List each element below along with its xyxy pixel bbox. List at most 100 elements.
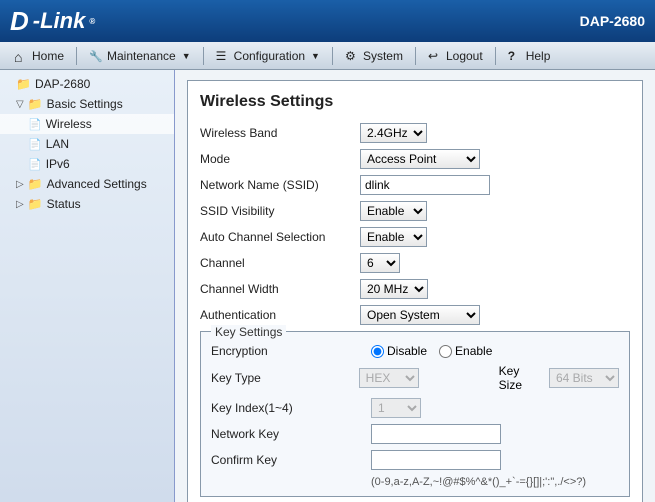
key-type-row: Key Type HEX ASCII Key Size 64 Bits 128 … (211, 364, 619, 392)
ssid-input[interactable] (360, 175, 490, 195)
encryption-enable-label[interactable]: Enable (439, 344, 492, 358)
encryption-disable-label[interactable]: Disable (371, 344, 427, 358)
nav-sep-2 (203, 47, 204, 65)
mode-row: Mode Access Point WDS WDS with AP (200, 149, 630, 169)
wireless-band-select[interactable]: 2.4GHz 5GHz (360, 123, 427, 143)
channel-width-label: Channel Width (200, 282, 360, 296)
help-icon (508, 49, 522, 63)
nav-configuration[interactable]: Configuration ▼ (206, 46, 330, 66)
network-key-row: Network Key (211, 424, 619, 444)
auto-channel-row: Auto Channel Selection Enable Disable (200, 227, 630, 247)
channel-row: Channel 12345 67891011 (200, 253, 630, 273)
sidebar-lan-label: LAN (46, 137, 69, 151)
logout-icon (428, 49, 442, 63)
nav-sep-4 (415, 47, 416, 65)
page-title: Wireless Settings (200, 93, 630, 111)
confirm-key-input[interactable] (371, 450, 501, 470)
sidebar-item-ipv6[interactable]: 📄 IPv6 (0, 154, 174, 174)
logo: D-Link® (10, 6, 95, 37)
key-type-control: HEX ASCII (359, 368, 419, 388)
encryption-row: Encryption Disable Enable (211, 344, 619, 358)
sidebar-item-dap2680[interactable]: 📁 DAP-2680 (0, 74, 174, 94)
key-size-select[interactable]: 64 Bits 128 Bits (549, 368, 619, 388)
sidebar: 📁 DAP-2680 ▽ 📁 Basic Settings 📄 Wireless… (0, 70, 175, 502)
nav-home[interactable]: Home (4, 46, 74, 66)
ipv6-doc-icon: 📄 (28, 158, 42, 171)
key-settings-box: Key Settings Encryption Disable Enable (200, 331, 630, 497)
main-layout: 📁 DAP-2680 ▽ 📁 Basic Settings 📄 Wireless… (0, 70, 655, 502)
wireless-band-control: 2.4GHz 5GHz (360, 123, 427, 143)
lan-doc-icon: 📄 (28, 138, 42, 151)
maintenance-arrow: ▼ (182, 51, 191, 61)
logo-link: -Link (33, 8, 86, 34)
auto-channel-label: Auto Channel Selection (200, 230, 360, 244)
sidebar-advanced-label: Advanced Settings (47, 177, 147, 191)
nav-help-label: Help (526, 49, 551, 63)
nav-help[interactable]: Help (498, 46, 561, 66)
sidebar-item-lan[interactable]: 📄 LAN (0, 134, 174, 154)
navbar: Home Maintenance ▼ Configuration ▼ Syste… (0, 42, 655, 70)
ssid-visibility-select[interactable]: Enable Disable (360, 201, 427, 221)
sidebar-item-advanced-settings[interactable]: ▷ 📁 Advanced Settings (0, 174, 174, 194)
key-type-select[interactable]: HEX ASCII (359, 368, 419, 388)
authentication-label: Authentication (200, 308, 360, 322)
ssid-row: Network Name (SSID) (200, 175, 630, 195)
nav-maintenance-label: Maintenance (107, 49, 176, 63)
nav-logout[interactable]: Logout (418, 46, 493, 66)
key-index-row: Key Index(1~4) 1234 (211, 398, 619, 418)
confirm-key-row: Confirm Key (211, 450, 619, 470)
network-key-input[interactable] (371, 424, 501, 444)
ssid-visibility-row: SSID Visibility Enable Disable (200, 201, 630, 221)
key-type-label: Key Type (211, 371, 359, 385)
nav-sep-3 (332, 47, 333, 65)
nav-home-label: Home (32, 49, 64, 63)
encryption-enable-radio[interactable] (439, 345, 452, 358)
network-key-control (371, 424, 501, 444)
sidebar-item-status[interactable]: ▷ 📁 Status (0, 194, 174, 214)
hint-text: (0-9,a-z,A-Z,~!@#$%^&*()_+`-={}[]|;':",.… (371, 476, 619, 488)
nav-logout-label: Logout (446, 49, 483, 63)
wireless-band-label: Wireless Band (200, 126, 360, 140)
auto-channel-control: Enable Disable (360, 227, 427, 247)
key-size-label: Key Size (499, 364, 541, 392)
nav-system-label: System (363, 49, 403, 63)
config-icon (216, 49, 230, 63)
advanced-settings-icon: 📁 (28, 177, 43, 191)
maintenance-icon (89, 49, 103, 63)
channel-select[interactable]: 12345 67891011 (360, 253, 400, 273)
logo-d: D (10, 6, 29, 37)
nav-system[interactable]: System (335, 46, 413, 66)
model-label: DAP-2680 (580, 13, 645, 29)
mode-label: Mode (200, 152, 360, 166)
network-key-label: Network Key (211, 427, 371, 441)
home-icon (14, 49, 28, 63)
key-index-select[interactable]: 1234 (371, 398, 421, 418)
channel-control: 12345 67891011 (360, 253, 400, 273)
config-arrow: ▼ (311, 51, 320, 61)
authentication-select[interactable]: Open System WPA-Personal WPA-Enterprise (360, 305, 480, 325)
channel-width-control: 20 MHz 40 MHz (360, 279, 428, 299)
mode-select[interactable]: Access Point WDS WDS with AP (360, 149, 480, 169)
auto-channel-select[interactable]: Enable Disable (360, 227, 427, 247)
channel-width-select[interactable]: 20 MHz 40 MHz (360, 279, 428, 299)
sidebar-item-basic-settings[interactable]: ▽ 📁 Basic Settings (0, 94, 174, 114)
nav-maintenance[interactable]: Maintenance ▼ (79, 46, 201, 66)
header: D-Link® DAP-2680 (0, 0, 655, 42)
key-index-label: Key Index(1~4) (211, 401, 371, 415)
status-icon: 📁 (28, 197, 43, 211)
encryption-control: Disable Enable (371, 344, 492, 358)
sidebar-item-wireless[interactable]: 📄 Wireless (0, 114, 174, 134)
dap2680-icon: 📁 (16, 77, 31, 91)
channel-width-row: Channel Width 20 MHz 40 MHz (200, 279, 630, 299)
authentication-row: Authentication Open System WPA-Personal … (200, 305, 630, 325)
key-index-control: 1234 (371, 398, 421, 418)
encryption-disable-radio[interactable] (371, 345, 384, 358)
wireless-band-row: Wireless Band 2.4GHz 5GHz (200, 123, 630, 143)
nav-sep-5 (495, 47, 496, 65)
nav-sep-1 (76, 47, 77, 65)
encryption-enable-text: Enable (455, 344, 492, 358)
encryption-label: Encryption (211, 344, 371, 358)
sidebar-status-label: Status (47, 197, 81, 211)
nav-config-label: Configuration (234, 49, 305, 63)
content-area: Wireless Settings Wireless Band 2.4GHz 5… (175, 70, 655, 502)
